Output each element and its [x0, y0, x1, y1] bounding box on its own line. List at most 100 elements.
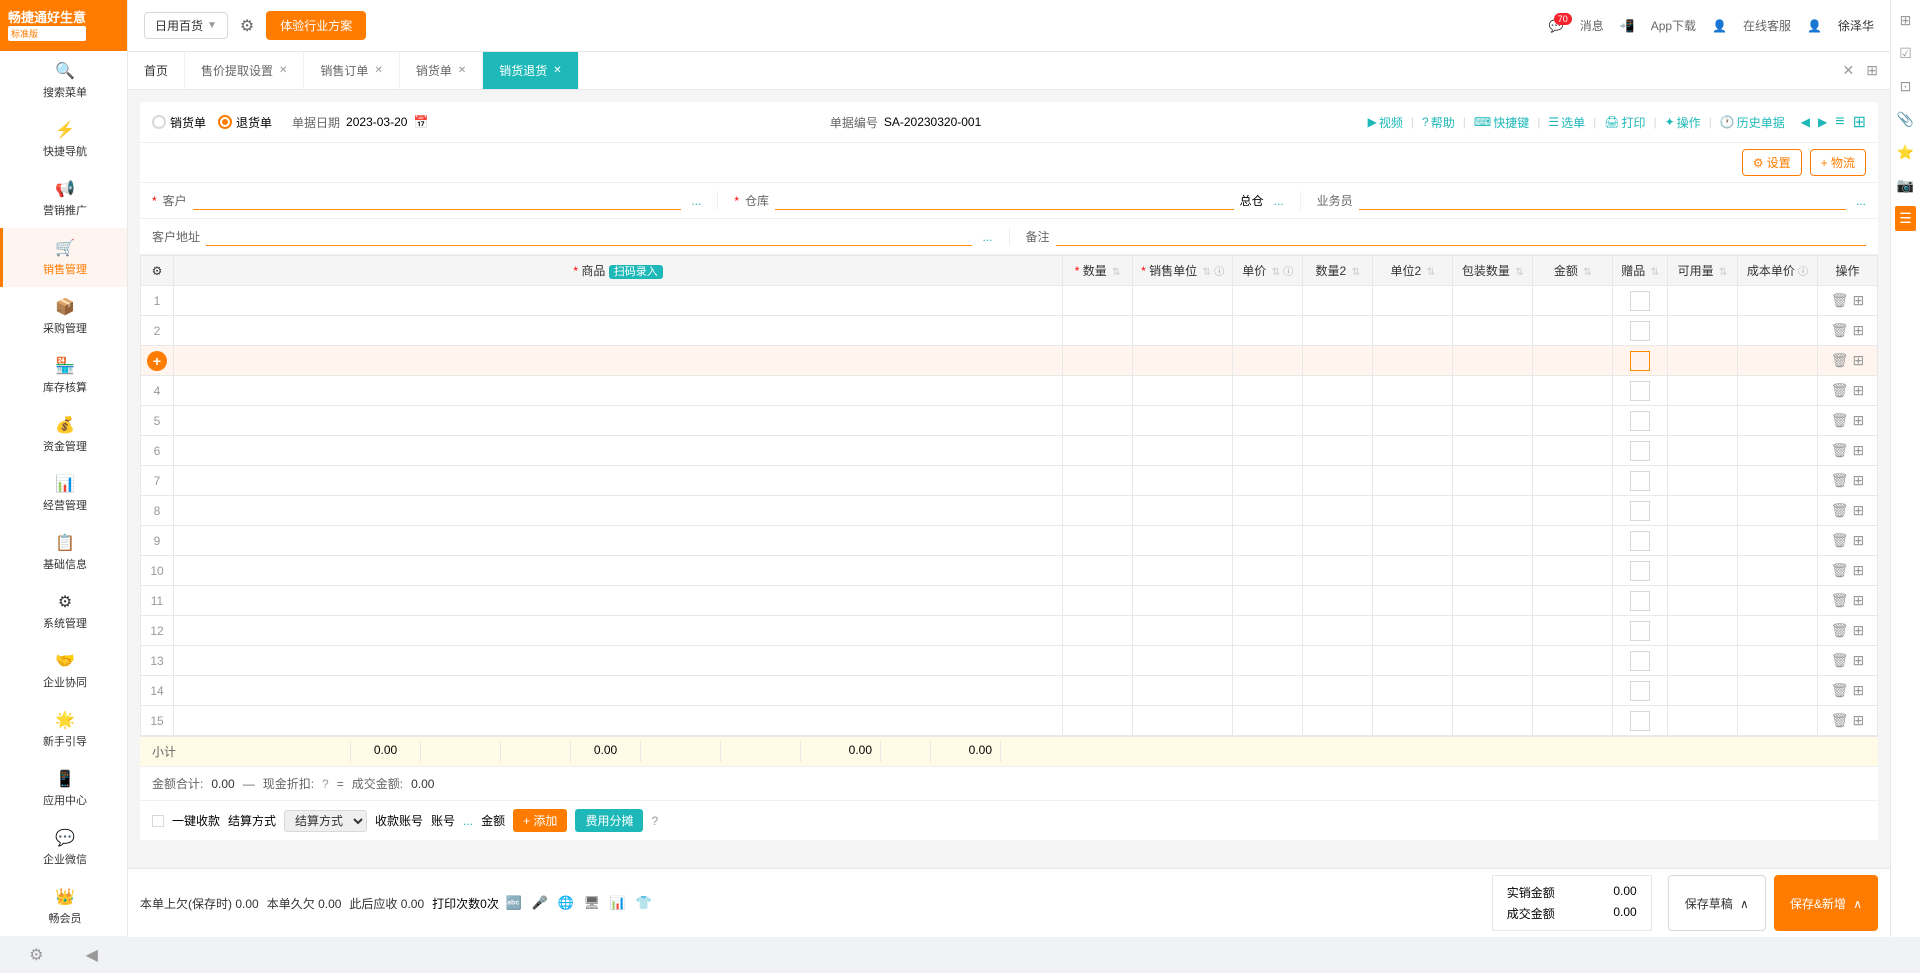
unit2-cell-9[interactable]: [1373, 526, 1453, 556]
right-icon-6[interactable]: 📷: [1893, 173, 1918, 198]
gift-cell-12[interactable]: [1613, 616, 1668, 646]
delete-icon-2[interactable]: 🗑: [1831, 322, 1849, 339]
product-cell-13[interactable]: [174, 646, 1063, 676]
gift-checkbox-9[interactable]: [1630, 531, 1650, 551]
amount-cell-1[interactable]: [1533, 286, 1613, 316]
sidebar-item-basic[interactable]: 📋 基础信息: [0, 523, 127, 582]
cost-cell-5[interactable]: [1738, 406, 1818, 436]
sort-arrows-unit[interactable]: ⇅: [1203, 267, 1211, 278]
tabs-grid-icon[interactable]: ⊞: [1862, 60, 1882, 81]
qty2-cell-8[interactable]: [1303, 496, 1373, 526]
pkg-cell-2[interactable]: [1453, 316, 1533, 346]
sidebar-item-inventory[interactable]: 🏪 库存核算: [0, 346, 127, 405]
pkg-cell-1[interactable]: [1453, 286, 1533, 316]
sidebar-item-quick[interactable]: ⚡ 快捷导航: [0, 110, 127, 169]
sort-arrows-gift[interactable]: ⇅: [1651, 267, 1659, 278]
quick-payment-checkbox[interactable]: [152, 815, 164, 827]
delete-icon-5[interactable]: 🗑: [1831, 412, 1849, 429]
online-service-label[interactable]: 在线客服: [1743, 17, 1791, 34]
info-icon-unit[interactable]: ⓘ: [1214, 267, 1224, 278]
tab-sales-order-close[interactable]: ✕: [374, 65, 382, 76]
unit-cell-14[interactable]: [1133, 676, 1233, 706]
sidebar-item-search[interactable]: 🔍 搜索菜单: [0, 51, 127, 110]
gift-checkbox-7[interactable]: [1630, 471, 1650, 491]
settings-bottom-icon[interactable]: ⚙: [29, 945, 43, 965]
amount-cell-12[interactable]: [1533, 616, 1613, 646]
tab-sales-delivery[interactable]: 销货单 ✕: [400, 52, 483, 89]
tab-price-setting-close[interactable]: ✕: [279, 65, 287, 76]
sidebar-item-purchase[interactable]: 📦 采购管理: [0, 287, 127, 346]
unit2-cell-3[interactable]: [1373, 346, 1453, 376]
cost-cell-1[interactable]: [1738, 286, 1818, 316]
qty2-cell-4[interactable]: [1303, 376, 1373, 406]
sort-arrows-avail[interactable]: ⇅: [1719, 267, 1727, 278]
sidebar-item-system[interactable]: ⚙ 系统管理: [0, 582, 127, 641]
sort-arrows-unit2[interactable]: ⇅: [1427, 267, 1435, 278]
product-cell-3[interactable]: [174, 346, 1063, 376]
radio-return[interactable]: 退货单: [218, 114, 272, 131]
gift-checkbox-12[interactable]: [1630, 621, 1650, 641]
avail-cell-9[interactable]: [1668, 526, 1738, 556]
pkg-cell-9[interactable]: [1453, 526, 1533, 556]
tool-icon-1[interactable]: 🔤: [503, 892, 525, 914]
delete-icon-10[interactable]: 🗑: [1831, 562, 1849, 579]
save-new-button[interactable]: 保存&新增 ∧: [1774, 875, 1878, 931]
message-icon-container[interactable]: 💬 70: [1549, 19, 1564, 33]
copy-icon-9[interactable]: ⊞: [1853, 532, 1865, 549]
amount-cell-13[interactable]: [1533, 646, 1613, 676]
cost-cell-13[interactable]: [1738, 646, 1818, 676]
gift-cell-5[interactable]: [1613, 406, 1668, 436]
unit2-cell-5[interactable]: [1373, 406, 1453, 436]
pkg-cell-10[interactable]: [1453, 556, 1533, 586]
customer-input[interactable]: [193, 191, 682, 210]
avail-cell-3[interactable]: [1668, 346, 1738, 376]
add-row-button-3[interactable]: +: [147, 351, 167, 371]
print-link[interactable]: 🖨 打印: [1604, 114, 1645, 131]
info-icon-cost[interactable]: ⓘ: [1798, 267, 1808, 278]
pkg-cell-14[interactable]: [1453, 676, 1533, 706]
amount-cell-8[interactable]: [1533, 496, 1613, 526]
unit-cell-5[interactable]: [1133, 406, 1233, 436]
warehouse-dots[interactable]: ...: [1274, 194, 1284, 208]
qty2-cell-5[interactable]: [1303, 406, 1373, 436]
cost-cell-8[interactable]: [1738, 496, 1818, 526]
qty2-cell-15[interactable]: [1303, 706, 1373, 736]
price-cell-7[interactable]: [1233, 466, 1303, 496]
copy-icon-15[interactable]: ⊞: [1853, 712, 1865, 729]
qty2-cell-12[interactable]: [1303, 616, 1373, 646]
address-dots[interactable]: ...: [982, 230, 992, 244]
product-cell-9[interactable]: [174, 526, 1063, 556]
header-gear-button[interactable]: ⚙: [236, 12, 258, 40]
unit2-cell-12[interactable]: [1373, 616, 1453, 646]
delete-icon-4[interactable]: 🗑: [1831, 382, 1849, 399]
gift-cell-14[interactable]: [1613, 676, 1668, 706]
pkg-cell-13[interactable]: [1453, 646, 1533, 676]
salesperson-input[interactable]: [1359, 191, 1846, 210]
avail-cell-2[interactable]: [1668, 316, 1738, 346]
app-download-label[interactable]: App下载: [1651, 17, 1696, 34]
split-help-icon[interactable]: ?: [651, 814, 658, 828]
qty2-cell-14[interactable]: [1303, 676, 1373, 706]
avail-cell-4[interactable]: [1668, 376, 1738, 406]
tab-sales-order[interactable]: 销售订单 ✕: [304, 52, 399, 89]
delete-icon-13[interactable]: 🗑: [1831, 652, 1849, 669]
gift-cell-8[interactable]: [1613, 496, 1668, 526]
qty2-cell-1[interactable]: [1303, 286, 1373, 316]
qty-cell-12[interactable]: [1063, 616, 1133, 646]
right-icon-active[interactable]: ☰: [1895, 206, 1916, 231]
gift-cell-6[interactable]: [1613, 436, 1668, 466]
cost-cell-15[interactable]: [1738, 706, 1818, 736]
remark-input[interactable]: [1056, 227, 1866, 246]
unit2-cell-15[interactable]: [1373, 706, 1453, 736]
copy-icon-5[interactable]: ⊞: [1853, 412, 1865, 429]
pkg-cell-5[interactable]: [1453, 406, 1533, 436]
price-cell-13[interactable]: [1233, 646, 1303, 676]
product-cell-5[interactable]: [174, 406, 1063, 436]
amount-cell-10[interactable]: [1533, 556, 1613, 586]
sort-arrows-price[interactable]: ⇅: [1272, 267, 1280, 278]
qty2-cell-2[interactable]: [1303, 316, 1373, 346]
amount-cell-11[interactable]: [1533, 586, 1613, 616]
tool-icon-5[interactable]: 📊: [607, 892, 629, 914]
history-link[interactable]: 🕐 历史单据: [1720, 114, 1785, 131]
right-icon-3[interactable]: ⊡: [1896, 74, 1916, 99]
